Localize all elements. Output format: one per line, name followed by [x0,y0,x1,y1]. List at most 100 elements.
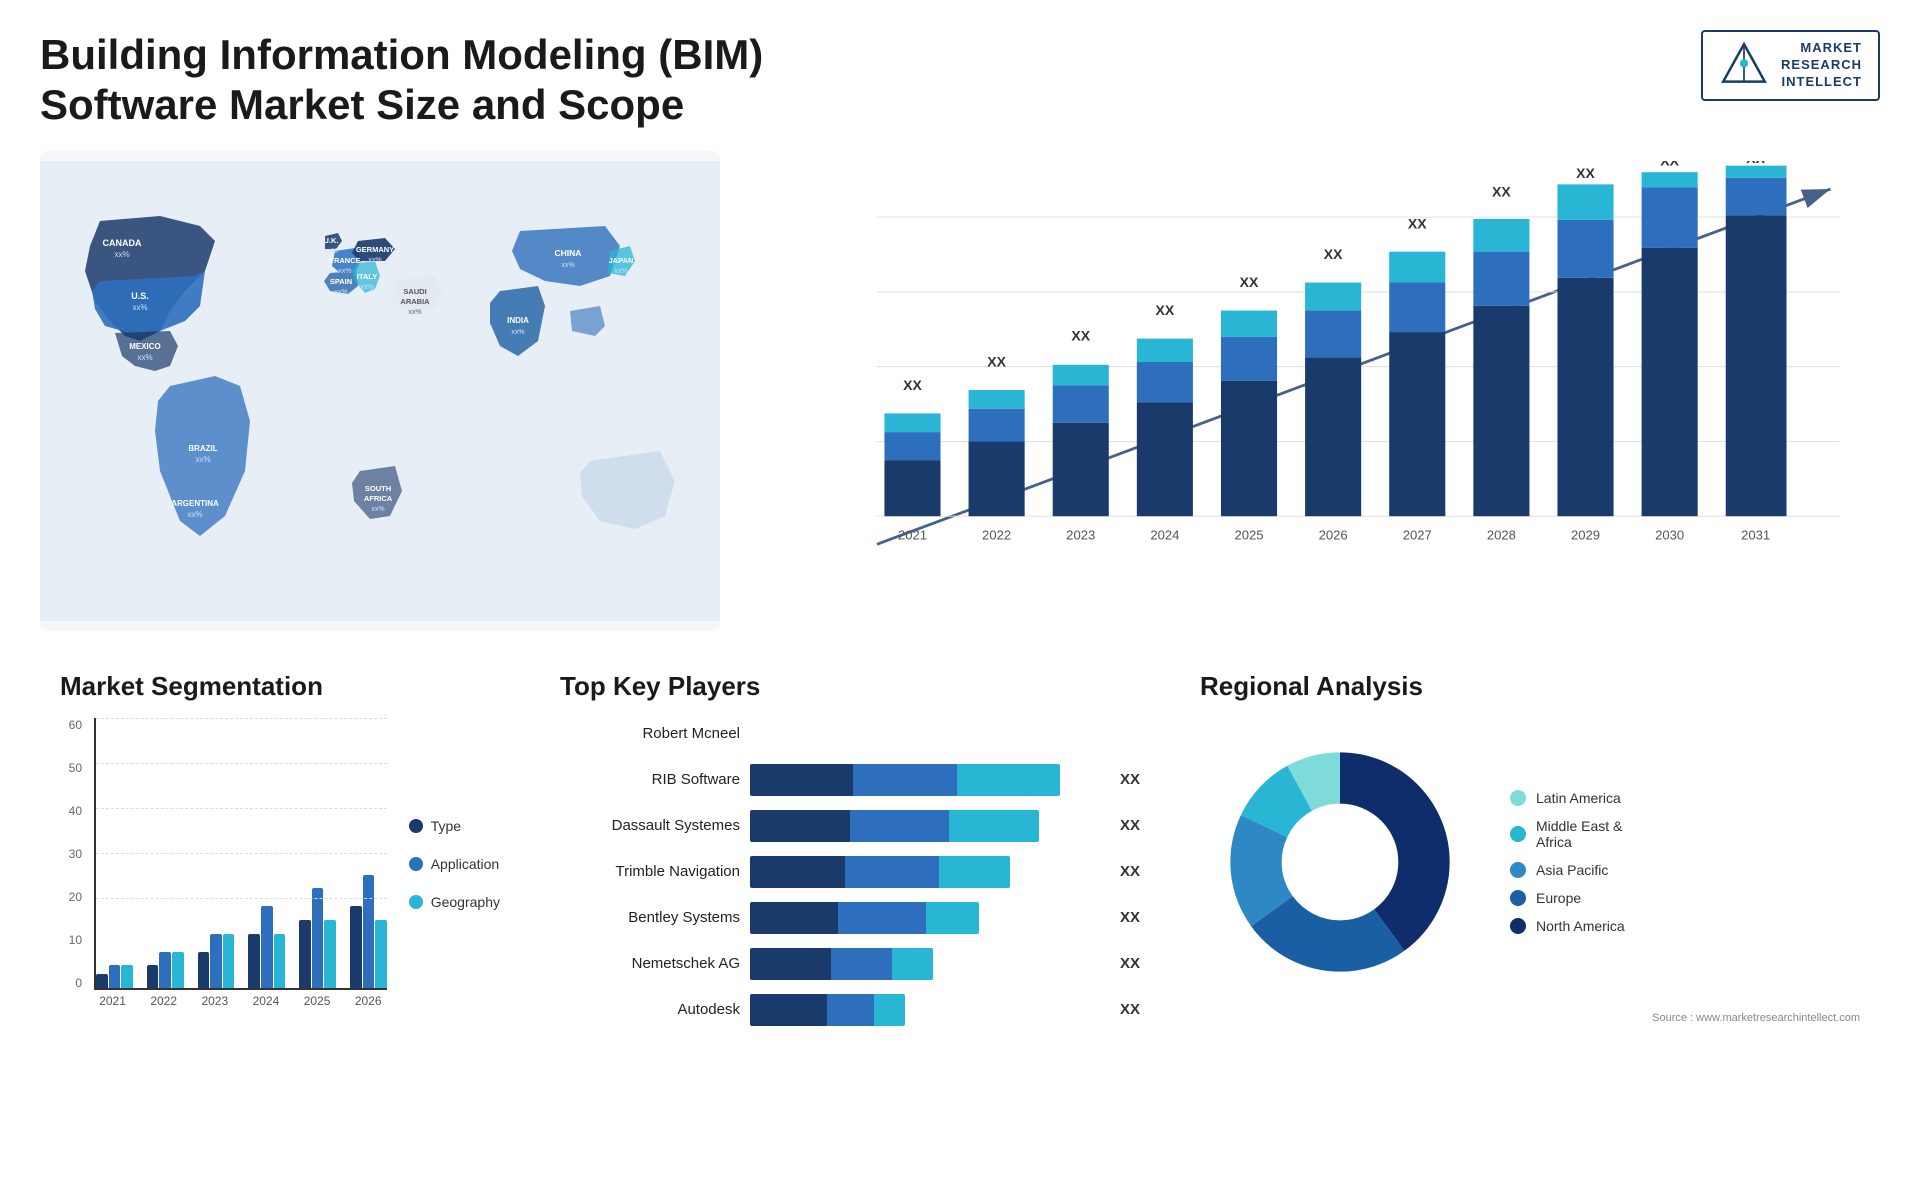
regional-container: Regional Analysis [1180,661,1880,1161]
svg-text:SOUTH: SOUTH [365,484,391,493]
svg-text:xx%: xx% [614,268,627,275]
page-title: Building Information Modeling (BIM) Soft… [40,30,840,131]
seg-bars-area [94,718,387,990]
donut-area: Latin America Middle East &Africa Asia P… [1200,722,1860,1002]
logo-box: MARKET RESEARCH INTELLECT [1701,30,1880,101]
map-container: CANADA xx% U.S. xx% MEXICO xx% BRAZIL xx… [40,151,720,631]
svg-text:2025: 2025 [1234,527,1263,542]
svg-text:xx%: xx% [561,262,574,269]
players-list: Robert Mcneel RIB Software [560,718,1140,1026]
logo-text: MARKET RESEARCH INTELLECT [1781,40,1862,91]
player-name-autodesk: Autodesk [560,1001,740,1018]
svg-text:ARGENTINA: ARGENTINA [171,499,219,508]
svg-text:xx%: xx% [187,510,202,519]
legend-mea: Middle East &Africa [1510,818,1625,850]
svg-text:XX: XX [987,353,1006,369]
legend-na-color [1510,918,1526,934]
player-name-robert: Robert Mcneel [560,725,740,742]
svg-text:xx%: xx% [114,250,129,259]
svg-text:xx%: xx% [334,289,347,296]
svg-text:xx%: xx% [132,303,147,312]
svg-text:U.S.: U.S. [131,291,149,301]
svg-text:2027: 2027 [1403,527,1432,542]
legend-application: Application [409,856,500,872]
player-row-dassault: Dassault Systemes XX [560,810,1140,842]
player-name-trimble: Trimble Navigation [560,863,740,880]
svg-text:XX: XX [1492,183,1511,199]
svg-text:xx%: xx% [368,257,381,264]
header: Building Information Modeling (BIM) Soft… [40,30,1880,131]
seg-bar-2025 [299,888,336,988]
svg-text:XX: XX [1576,165,1595,181]
logo-icon [1719,40,1769,90]
svg-text:JAPAN: JAPAN [609,256,634,265]
player-bar-nemetschek [750,948,1102,980]
legend-mea-color [1510,826,1526,842]
svg-text:2022: 2022 [982,527,1011,542]
svg-text:CANADA: CANADA [103,238,142,248]
svg-text:GERMANY: GERMANY [356,245,394,254]
player-name-nemetschek: Nemetschek AG [560,955,740,972]
seg-bar-2022 [147,952,184,988]
legend-type: Type [409,818,500,834]
svg-text:2031: 2031 [1741,527,1770,542]
svg-text:AFRICA: AFRICA [364,494,393,503]
svg-text:XX: XX [1324,246,1343,262]
svg-text:SPAIN: SPAIN [330,277,352,286]
seg-legend: Type Application Geography [399,718,500,1018]
legend-type-dot [409,819,423,833]
svg-text:xx%: xx% [360,284,373,291]
svg-text:xx%: xx% [338,268,351,275]
bar-chart-container: XX 2021 XX 2022 XX 2023 XX 2024 [750,151,1880,631]
top-section: CANADA xx% U.S. xx% MEXICO xx% BRAZIL xx… [40,151,1880,631]
page-wrapper: Building Information Modeling (BIM) Soft… [0,0,1920,1191]
player-bar-dassault [750,810,1102,842]
seg-x-labels: 2021 2022 2023 2024 2025 2026 [94,994,387,1008]
bottom-section: Market Segmentation 60 50 40 30 20 10 0 [40,661,1880,1161]
seg-y-axis: 60 50 40 30 20 10 0 [60,718,82,1018]
svg-text:2026: 2026 [1319,527,1348,542]
svg-text:2024: 2024 [1150,527,1179,542]
legend-geography-dot [409,895,423,909]
player-bar-robert [750,718,1122,750]
legend-europe: Europe [1510,890,1625,906]
segmentation-title: Market Segmentation [60,671,500,702]
seg-bar-2023 [198,934,235,988]
svg-text:xx%: xx% [511,329,524,336]
donut-chart-svg [1200,722,1480,1002]
players-container: Top Key Players Robert Mcneel RIB Softwa… [540,661,1160,1161]
seg-bar-2026 [350,875,387,988]
player-bar-rib [750,764,1102,796]
legend-apac-color [1510,862,1526,878]
player-row-autodesk: Autodesk XX [560,994,1140,1026]
svg-text:xx%: xx% [324,248,337,255]
growth-chart-svg: XX 2021 XX 2022 XX 2023 XX 2024 [810,161,1860,591]
player-bar-trimble [750,856,1102,888]
legend-application-dot [409,857,423,871]
player-name-rib: RIB Software [560,771,740,788]
svg-text:xx%: xx% [408,309,421,316]
svg-text:2030: 2030 [1655,527,1684,542]
legend-latin-color [1510,790,1526,806]
player-name-bentley: Bentley Systems [560,909,740,926]
svg-text:FRANCE: FRANCE [329,256,360,265]
svg-text:XX: XX [1240,274,1259,290]
seg-bar-2021 [96,965,133,988]
svg-text:2029: 2029 [1571,527,1600,542]
svg-text:2023: 2023 [1066,527,1095,542]
player-name-dassault: Dassault Systemes [560,817,740,834]
svg-text:U.K.: U.K. [324,236,339,245]
svg-text:XX: XX [1071,327,1090,343]
svg-text:MEXICO: MEXICO [129,342,161,351]
source-text: Source : www.marketresearchintellect.com [1200,1012,1860,1024]
player-row-nemetschek: Nemetschek AG XX [560,948,1140,980]
legend-latin: Latin America [1510,790,1625,806]
regional-title: Regional Analysis [1200,671,1860,702]
svg-text:xx%: xx% [137,353,152,362]
svg-text:2021: 2021 [898,527,927,542]
world-map-svg: CANADA xx% U.S. xx% MEXICO xx% BRAZIL xx… [40,151,720,631]
segmentation-container: Market Segmentation 60 50 40 30 20 10 0 [40,661,520,1161]
player-row-bentley: Bentley Systems XX [560,902,1140,934]
player-row-rib: RIB Software XX [560,764,1140,796]
svg-text:xx%: xx% [195,455,210,464]
